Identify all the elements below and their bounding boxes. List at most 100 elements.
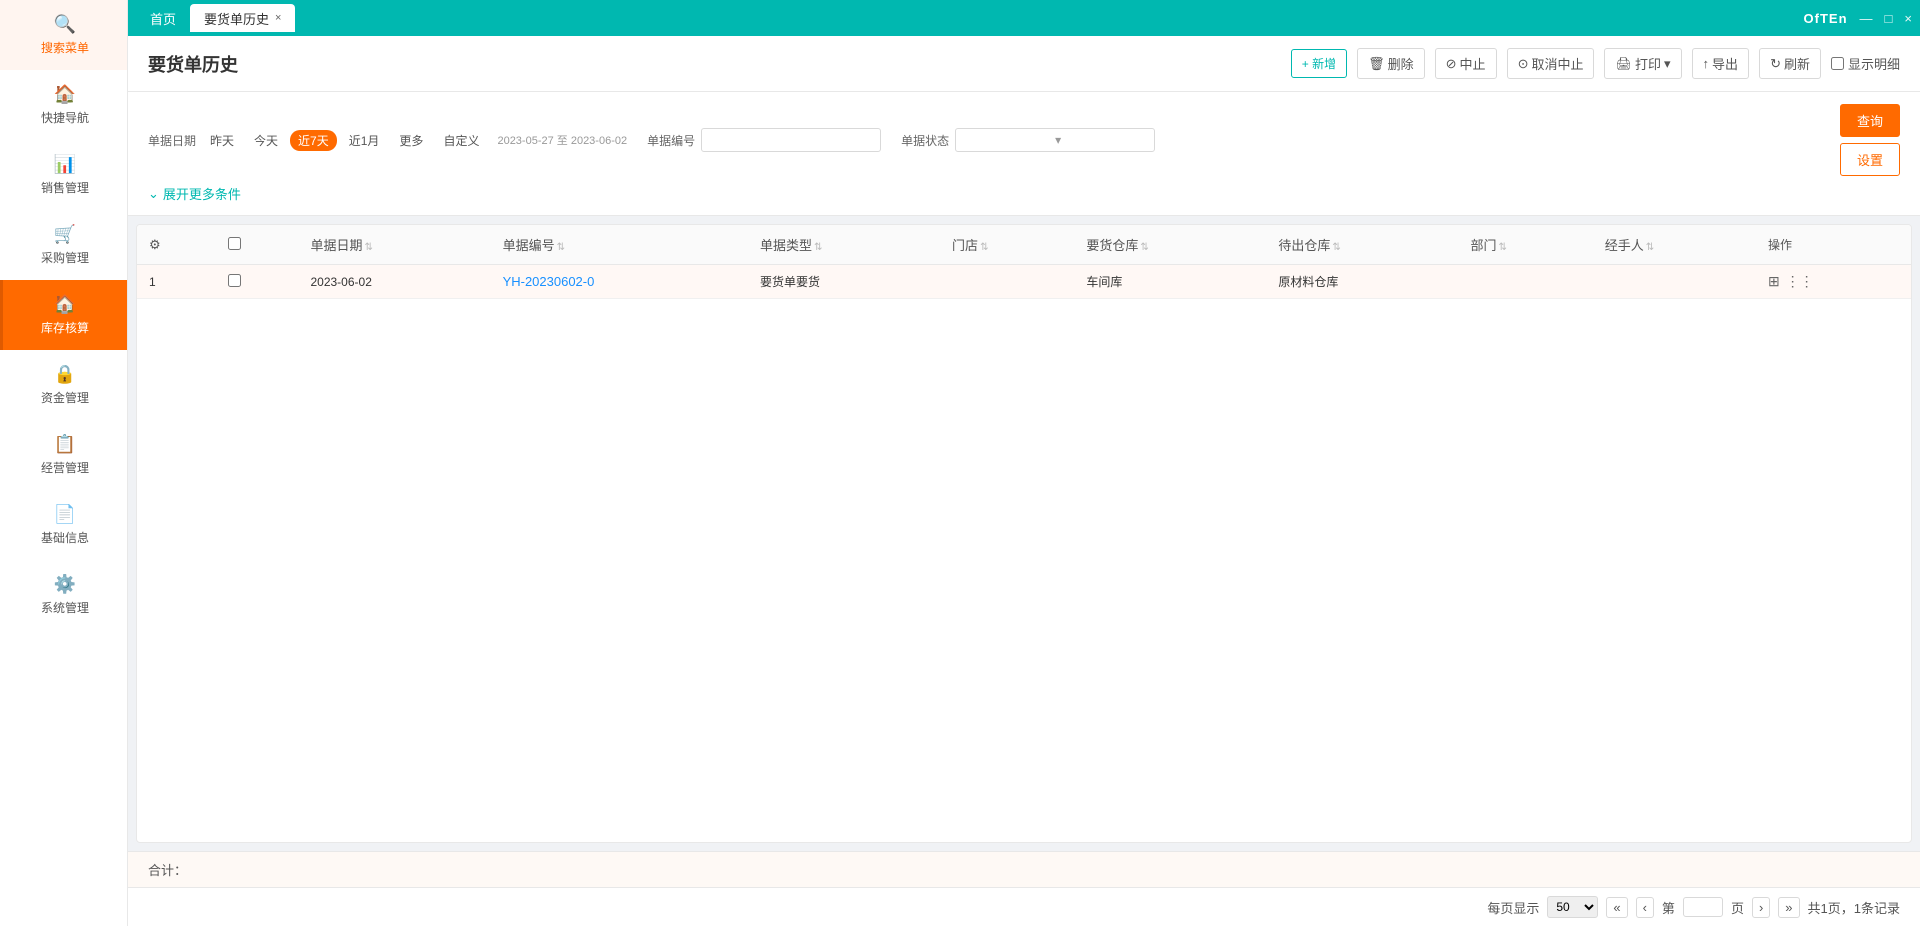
- tab-current[interactable]: 要货单历史 ×: [190, 4, 295, 32]
- sidebar-item-operations[interactable]: 📋 经营管理: [0, 420, 127, 490]
- display-detail-checkbox[interactable]: [1831, 57, 1844, 70]
- status-select[interactable]: ▾: [955, 128, 1155, 152]
- page-number-input[interactable]: 1: [1683, 897, 1723, 917]
- date-range-display: 2023-05-27 至 2023-06-02: [497, 132, 627, 148]
- date-pill-1month[interactable]: 近1月: [341, 130, 388, 151]
- per-page-label: 每页显示: [1487, 898, 1539, 917]
- date-pill-yesterday[interactable]: 昨天: [202, 130, 242, 151]
- row-doc-no-link[interactable]: YH-20230602-0: [503, 274, 595, 289]
- delete-icon: 🗑: [1368, 56, 1385, 72]
- sort-type-icon[interactable]: ⇅: [814, 242, 822, 253]
- stop-icon: ⊘: [1446, 56, 1457, 72]
- col-store: 门店⇅: [940, 225, 1074, 265]
- sidebar-item-basic-info[interactable]: 📄 基础信息: [0, 490, 127, 560]
- status-label: 单据状态: [901, 132, 949, 149]
- last-page-button[interactable]: »: [1778, 897, 1799, 918]
- page-header: 要货单历史 + 新增 🗑 删除 ⊘ 中止 ⊙ 取消中止 🖨 打印: [128, 36, 1920, 92]
- main-area: 首页 要货单历史 × OfTEn — □ × 要货单历史 + 新增 🗑 删除: [128, 0, 1920, 926]
- sidebar-item-quick-nav[interactable]: 🏠 快捷导航: [0, 70, 127, 140]
- sort-dept-icon[interactable]: ⇅: [1499, 242, 1507, 253]
- col-doc-no: 单据编号⇅: [491, 225, 748, 265]
- sidebar-item-label: 快捷导航: [41, 109, 89, 126]
- col-handler: 经手人⇅: [1593, 225, 1756, 265]
- filter-row: 单据日期 昨天 今天 近7天 近1月 更多 自定义 2023-05-27 至 2…: [148, 104, 1900, 176]
- col-checkbox: [216, 225, 298, 265]
- date-pills: 昨天 今天 近7天 近1月 更多 自定义: [202, 130, 487, 151]
- date-pill-7days[interactable]: 近7天: [290, 130, 337, 151]
- row-select-checkbox[interactable]: [228, 274, 241, 287]
- finance-icon: 🔒: [54, 364, 76, 385]
- close-button[interactable]: ×: [1904, 11, 1912, 26]
- maximize-button[interactable]: □: [1885, 11, 1893, 26]
- sidebar-item-finance[interactable]: 🔒 资金管理: [0, 350, 127, 420]
- row-department: [1458, 265, 1592, 299]
- system-icon: ⚙️: [54, 574, 76, 595]
- sidebar-item-sales[interactable]: 📊 销售管理: [0, 140, 127, 210]
- add-button[interactable]: + 新增: [1291, 49, 1347, 78]
- col-settings[interactable]: ⚙: [137, 225, 216, 265]
- data-table-wrap: ⚙ 单据日期⇅ 单据编号⇅ 单据类型⇅: [136, 224, 1912, 843]
- stop-button[interactable]: ⊘ 中止: [1435, 48, 1497, 79]
- export-button[interactable]: ↑ 导出: [1692, 48, 1750, 79]
- filter-doc-no: 单据编号: [647, 128, 881, 152]
- tab-home[interactable]: 首页: [136, 4, 190, 32]
- row-checkbox: [216, 265, 298, 299]
- sort-pending-icon[interactable]: ⇅: [1332, 242, 1340, 253]
- next-page-button[interactable]: ›: [1752, 897, 1770, 918]
- row-store: [940, 265, 1074, 299]
- row-doc-type: 要货单要货: [748, 265, 940, 299]
- sidebar-item-purchase[interactable]: 🛒 采购管理: [0, 210, 127, 280]
- sidebar-item-inventory[interactable]: 🏠 库存核算: [0, 280, 127, 350]
- sidebar-item-system[interactable]: ⚙️ 系统管理: [0, 560, 127, 630]
- select-all-checkbox[interactable]: [228, 237, 241, 250]
- filter-right-buttons: 查询 设置: [1840, 104, 1900, 176]
- date-pill-custom[interactable]: 自定义: [435, 130, 487, 151]
- minimize-button[interactable]: —: [1860, 11, 1873, 26]
- first-page-button[interactable]: «: [1606, 897, 1627, 918]
- purchase-icon: 🛒: [54, 224, 76, 245]
- doc-no-input[interactable]: [701, 128, 881, 152]
- row-doc-no: YH-20230602-0: [491, 265, 748, 299]
- per-page-select[interactable]: 50 20 100: [1547, 896, 1598, 918]
- sort-date-icon[interactable]: ⇅: [365, 242, 373, 253]
- refresh-icon: ↻: [1770, 56, 1781, 72]
- print-dropdown-icon: ▾: [1664, 56, 1671, 72]
- more-action-icon[interactable]: ⋮⋮: [1786, 273, 1814, 290]
- date-pill-today[interactable]: 今天: [246, 130, 286, 151]
- row-req-warehouse: 车间库: [1074, 265, 1266, 299]
- delete-button[interactable]: 🗑 删除: [1357, 48, 1425, 79]
- row-handler: [1593, 265, 1756, 299]
- row-num: 1: [137, 265, 216, 299]
- expand-more-button[interactable]: ⌄ 展开更多条件: [148, 184, 1900, 203]
- table-header-row: ⚙ 单据日期⇅ 单据编号⇅ 单据类型⇅: [137, 225, 1911, 265]
- page-actions: + 新增 🗑 删除 ⊘ 中止 ⊙ 取消中止 🖨 打印 ▾: [1291, 48, 1900, 79]
- cancel-stop-icon: ⊙: [1518, 56, 1529, 72]
- content-area: 要货单历史 + 新增 🗑 删除 ⊘ 中止 ⊙ 取消中止 🖨 打印: [128, 36, 1920, 926]
- sidebar-item-label: 采购管理: [41, 249, 89, 266]
- cancel-stop-button[interactable]: ⊙ 取消中止: [1507, 48, 1595, 79]
- inventory-icon: 🏠: [54, 294, 76, 315]
- filter-date: 单据日期 昨天 今天 近7天 近1月 更多 自定义 2023-05-27 至 2…: [148, 130, 627, 151]
- col-doc-date: 单据日期⇅: [298, 225, 490, 265]
- sort-handler-icon[interactable]: ⇅: [1646, 242, 1654, 253]
- sidebar-item-search[interactable]: 🔍 搜索菜单: [0, 0, 127, 70]
- close-tab-icon[interactable]: ×: [275, 12, 281, 24]
- sort-no-icon[interactable]: ⇅: [557, 242, 565, 253]
- query-button[interactable]: 查询: [1840, 104, 1900, 137]
- setting-button[interactable]: 设置: [1840, 143, 1900, 176]
- sort-store-icon[interactable]: ⇅: [980, 242, 988, 253]
- table-footer: 合计：: [128, 851, 1920, 887]
- view-action-icon[interactable]: ⊞: [1768, 273, 1780, 290]
- sort-req-icon[interactable]: ⇅: [1140, 242, 1148, 253]
- settings-col-icon[interactable]: ⚙: [149, 237, 161, 252]
- refresh-button[interactable]: ↻ 刷新: [1759, 48, 1821, 79]
- sales-icon: 📊: [54, 154, 76, 175]
- chevron-down-icon: ▾: [1055, 133, 1146, 147]
- print-button[interactable]: 🖨 打印 ▾: [1604, 48, 1681, 79]
- col-doc-type: 单据类型⇅: [748, 225, 940, 265]
- prev-page-button[interactable]: ‹: [1636, 897, 1654, 918]
- pagination: 每页显示 50 20 100 « ‹ 第 1 页 › » 共1页，1条记录: [128, 887, 1920, 926]
- date-pill-more[interactable]: 更多: [391, 130, 431, 151]
- col-operations: 操作: [1756, 225, 1911, 265]
- sidebar-item-label: 基础信息: [41, 529, 89, 546]
